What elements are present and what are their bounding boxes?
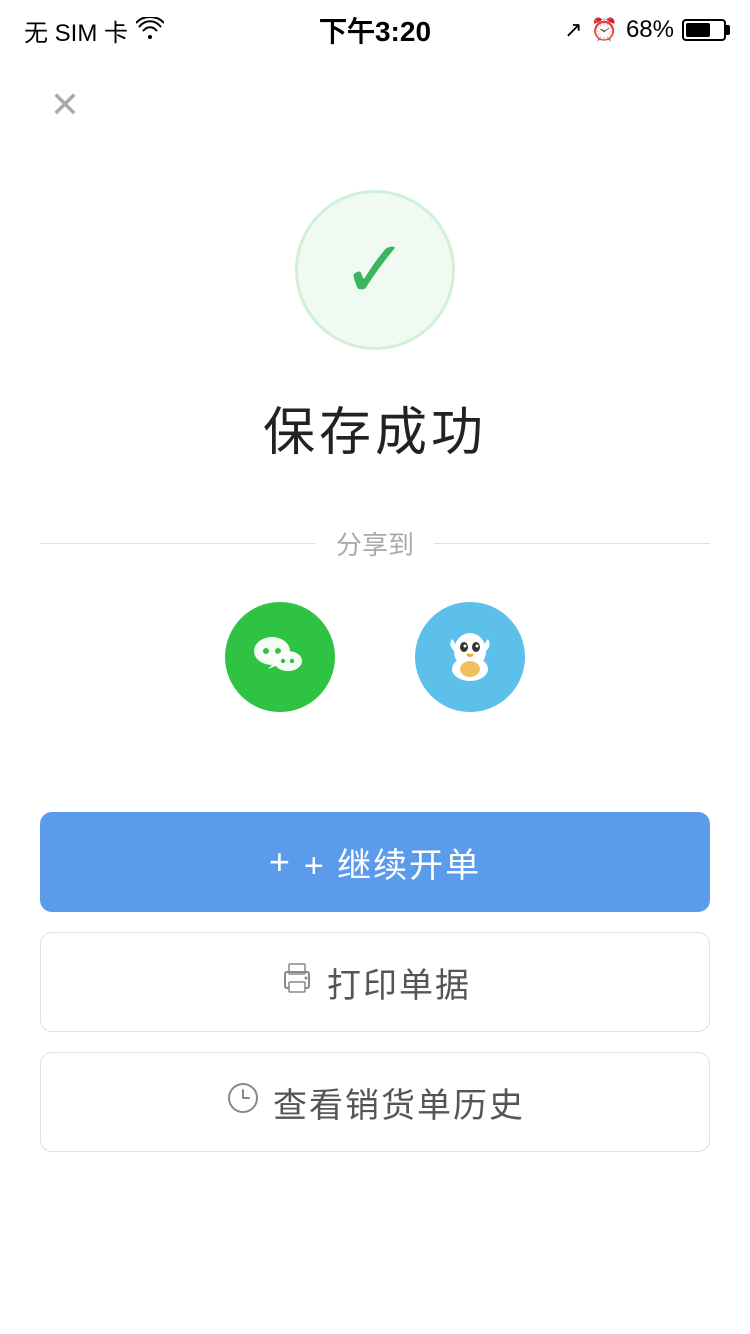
qq-icon (438, 625, 502, 689)
close-button[interactable]: ✕ (40, 80, 90, 130)
share-icons (40, 602, 710, 712)
print-label: 打印单据 (327, 958, 471, 1007)
main-content: ✓ 保存成功 分享到 (0, 150, 750, 1334)
wechat-icon (248, 625, 312, 689)
no-sim-label: 无 SIM 卡 (24, 13, 128, 48)
divider-line-left (40, 543, 316, 544)
qq-share-button[interactable] (415, 602, 525, 712)
status-bar: 无 SIM 卡 下午3:20 ↗ ⏰ 68% (0, 0, 750, 60)
success-title: 保存成功 (263, 390, 487, 465)
status-time: 下午3:20 (319, 10, 431, 50)
action-buttons: + + 继续开单 打印单据 查看销货单历 (40, 812, 710, 1152)
plus-icon: + (269, 841, 292, 883)
share-section: 分享到 (40, 525, 710, 772)
close-button-area: ✕ (0, 60, 750, 150)
battery-fill (686, 23, 710, 37)
history-icon (225, 1080, 261, 1124)
print-icon (279, 960, 315, 1004)
share-label: 分享到 (336, 525, 414, 562)
history-label: 查看销货单历史 (273, 1078, 525, 1127)
close-icon: ✕ (50, 87, 80, 123)
location-icon: ↗ (564, 17, 582, 43)
status-right: ↗ ⏰ 68% (564, 16, 726, 44)
share-divider: 分享到 (40, 525, 710, 562)
continue-label: + 继续开单 (304, 838, 481, 887)
wifi-icon (136, 15, 164, 46)
checkmark-icon: ✓ (341, 230, 408, 310)
wechat-share-button[interactable] (225, 602, 335, 712)
battery-percent: 68% (626, 16, 674, 44)
continue-button[interactable]: + + 继续开单 (40, 812, 710, 912)
success-circle: ✓ (295, 190, 455, 350)
alarm-icon: ⏰ (591, 17, 618, 43)
battery-icon (682, 19, 726, 41)
success-icon-wrapper: ✓ (295, 190, 455, 350)
divider-line-right (434, 543, 710, 544)
status-left: 无 SIM 卡 (24, 13, 164, 48)
history-button[interactable]: 查看销货单历史 (40, 1052, 710, 1152)
print-button[interactable]: 打印单据 (40, 932, 710, 1032)
